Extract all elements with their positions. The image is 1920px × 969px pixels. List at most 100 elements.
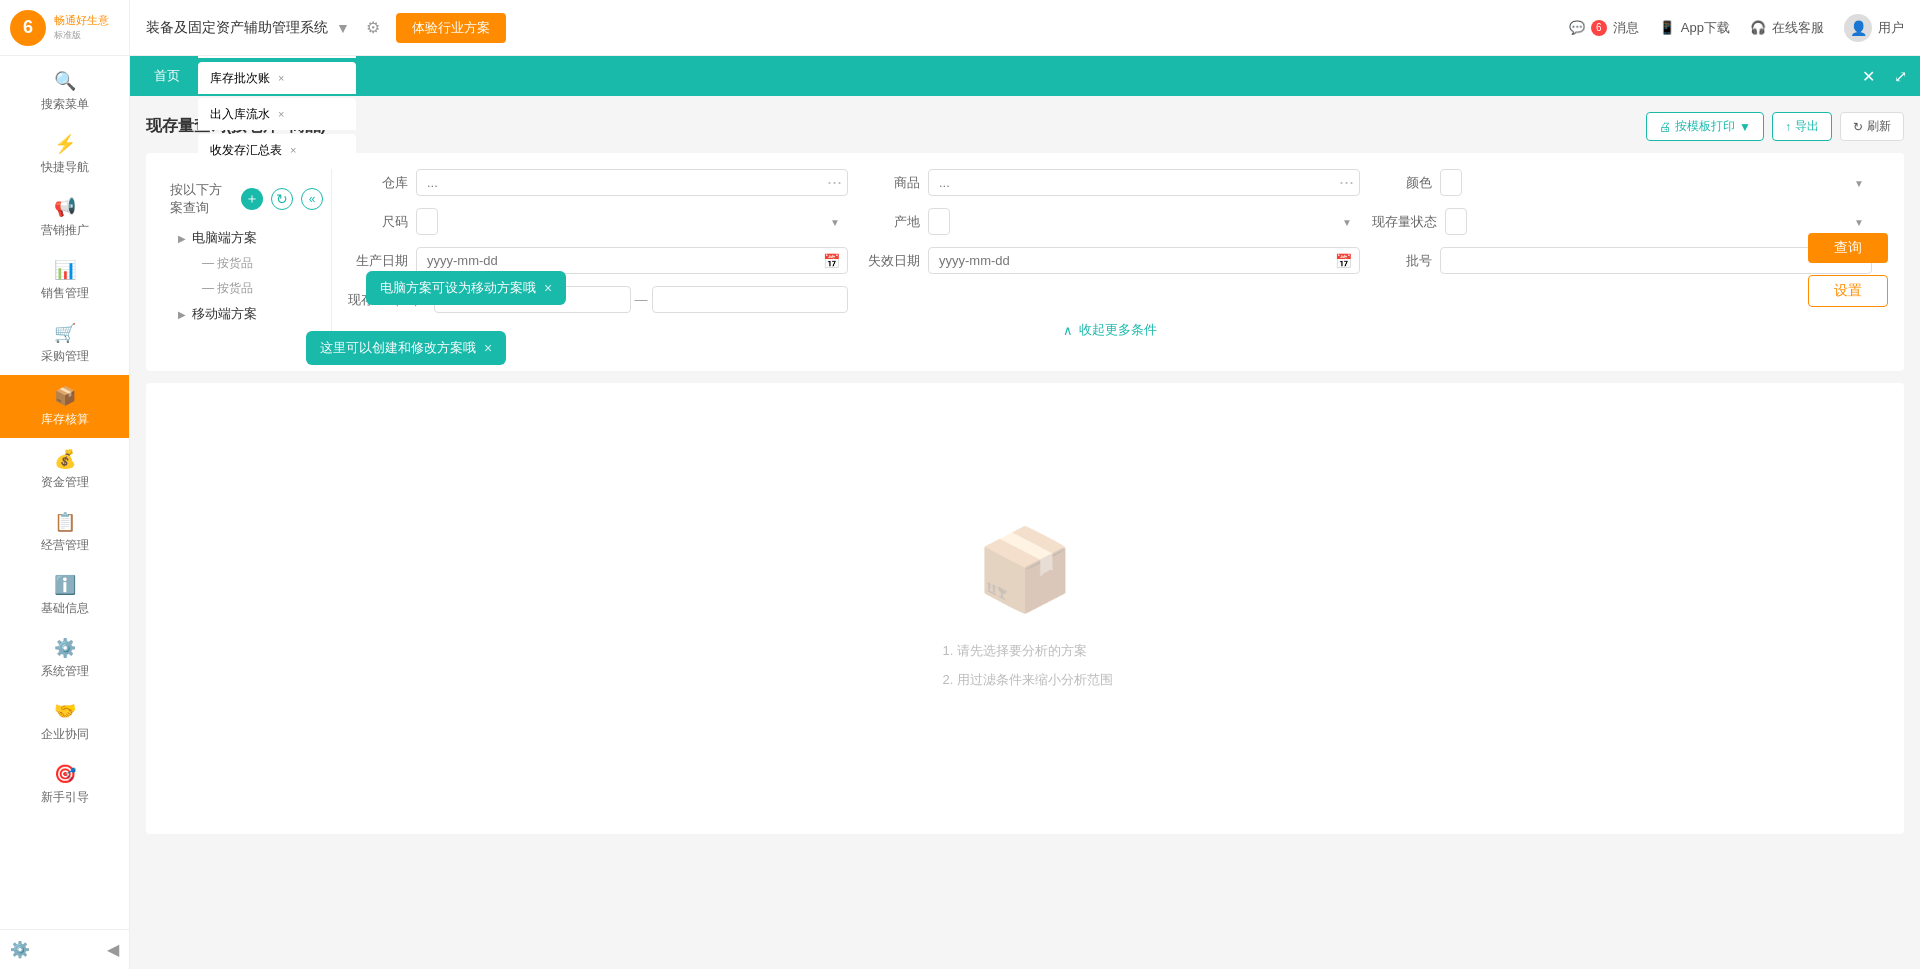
stock-main-max-input[interactable] (652, 286, 849, 313)
system-name-dropdown-icon[interactable]: ▼ (336, 20, 350, 36)
empty-state-content: 📦 请先选择要分析的方案 用过滤条件来缩小分析范围 (146, 443, 1904, 774)
sidebar-item-finance[interactable]: 💰 资金管理 (0, 438, 129, 501)
sidebar-item-basic-info[interactable]: ℹ️基础信息 (0, 564, 129, 627)
scheme-pc[interactable]: ▶ 电脑端方案 (170, 225, 323, 251)
scheme-mobile[interactable]: ▶ 移动端方案 (170, 301, 323, 327)
sidebar-item-guide[interactable]: 🎯新手引导 (0, 753, 129, 816)
tooltip2-text: 这里可以创建和修改方案哦 (320, 339, 476, 357)
filter-goods: 商品 ··· (860, 169, 1360, 196)
operations-icon: 📋 (54, 511, 76, 533)
notification-badge: 6 (1591, 20, 1607, 36)
user-group[interactable]: 👤 用户 (1844, 14, 1904, 42)
sidebar-item-inventory[interactable]: 📦库存核算 (0, 375, 129, 438)
tab-home[interactable]: 首页 (138, 56, 196, 96)
basic-info-label: 基础信息 (41, 600, 89, 617)
sidebar-item-marketing[interactable]: 📢 营销推广 (0, 186, 129, 249)
empty-hint1: 请先选择要分析的方案 (957, 637, 1113, 666)
scheme-pc-sub: — 按货品 (170, 251, 323, 276)
batch-no-label: 批号 (1372, 252, 1432, 270)
tooltip2-close[interactable]: × (484, 340, 492, 356)
produce-date-label: 生产日期 (348, 252, 408, 270)
expire-date-input[interactable] (928, 247, 1360, 274)
gear-icon[interactable]: ⚙ (366, 18, 380, 37)
warehouse-more-icon[interactable]: ··· (827, 172, 842, 193)
goods-input[interactable] (928, 169, 1360, 196)
back-btn[interactable]: « (301, 188, 323, 210)
filter-row2: 尺码 ▼ 产地 (348, 208, 1872, 235)
size-select[interactable] (416, 208, 438, 235)
tab-maximize-icon[interactable]: ⤢ (1888, 64, 1912, 88)
sidebar-item-operations[interactable]: 📋经营管理 (0, 501, 129, 564)
filter-produce-date: 生产日期 📅 (348, 247, 848, 274)
tooltip1-close[interactable]: × (544, 280, 552, 296)
template-print-btn[interactable]: 🖨 按模板打印 ▼ (1646, 112, 1764, 141)
mobile-triangle-icon: ▶ (178, 309, 186, 320)
industry-btn[interactable]: 体验行业方案 (396, 13, 506, 43)
stock-status-select[interactable] (1445, 208, 1467, 235)
filter-origin: 产地 ▼ (860, 208, 1360, 235)
sidebar-item-system[interactable]: ⚙️系统管理 (0, 627, 129, 690)
range-dash: — (635, 292, 648, 307)
app-download-group[interactable]: 📱 App下载 (1659, 19, 1730, 37)
sidebar-bottom: ⚙️ ◀ (0, 929, 129, 969)
tooltip-create-scheme: 这里可以创建和修改方案哦 × (306, 331, 506, 365)
search-btn[interactable]: 查询 (1808, 233, 1888, 263)
tab-close-batch-account[interactable]: × (278, 72, 284, 84)
marketing-icon: 📢 (54, 196, 76, 218)
tab-batch-account[interactable]: 库存批次账 × (198, 62, 356, 94)
tab-close-collect-summary[interactable]: × (290, 144, 296, 156)
header-right: 💬 6 消息 📱 App下载 🎧 在线客服 👤 用户 (1569, 14, 1904, 42)
sidebar-item-enterprise[interactable]: 🤝企业协同 (0, 690, 129, 753)
system-icon: ⚙️ (54, 637, 76, 659)
action-buttons: 查询 设置 (1808, 233, 1888, 307)
tab-bar: 首页 现存量（库存状况表）×现存量（库存分布表）×库存批次账×出入库流水×收发存… (130, 56, 1920, 96)
color-label: 颜色 (1372, 174, 1432, 192)
tab-close-all-icon[interactable]: ✕ (1856, 64, 1880, 88)
export-btn[interactable]: ↑ 导出 (1772, 112, 1832, 141)
refresh-btn[interactable]: ↻ 刷新 (1840, 112, 1904, 141)
filter-row3: 生产日期 📅 失效日期 📅 (348, 247, 1872, 274)
tab-label-batch-account: 库存批次账 (210, 70, 270, 87)
setting-btn[interactable]: 设置 (1808, 275, 1888, 307)
size-dropdown-icon: ▼ (830, 216, 840, 227)
sidebar-item-quick-nav[interactable]: ⚡快捷导航 (0, 123, 129, 186)
sidebar-item-sales[interactable]: 📊销售管理 (0, 249, 129, 312)
inventory-label: 库存核算 (41, 411, 89, 428)
finance-label: 资金管理 (41, 474, 89, 491)
expire-date-calendar-icon[interactable]: 📅 (1335, 253, 1352, 269)
filter-warehouse: 仓库 ··· (348, 169, 848, 196)
marketing-label: 营销推广 (41, 222, 89, 239)
tab-controls: ✕ ⤢ (1856, 64, 1912, 88)
finance-icon: 💰 (54, 448, 76, 470)
filter-expire-date: 失效日期 📅 (860, 247, 1360, 274)
pc-triangle-icon: ▶ (178, 233, 186, 244)
filter-batch-no: 批号 (1372, 247, 1872, 274)
filter-row1: 仓库 ··· 商品 ··· (348, 169, 1872, 196)
tab-close-in-out-flow[interactable]: × (278, 108, 284, 120)
color-select[interactable] (1440, 169, 1462, 196)
enterprise-label: 企业协同 (41, 726, 89, 743)
filter-row4: 现存量（主） — (348, 286, 1872, 313)
collapse-btn[interactable]: ∧ 收起更多条件 (348, 313, 1872, 339)
tab-collect-summary[interactable]: 收发存汇总表× (198, 134, 356, 166)
origin-select[interactable] (928, 208, 950, 235)
goods-more-icon[interactable]: ··· (1339, 172, 1354, 193)
refresh-scheme-btn[interactable]: ↻ (271, 188, 293, 210)
collapse-icon[interactable]: ◀ (107, 940, 119, 959)
settings-icon[interactable]: ⚙️ (10, 940, 30, 959)
warehouse-input[interactable] (416, 169, 848, 196)
goods-label: 商品 (860, 174, 920, 192)
sidebar-item-purchase[interactable]: 🛒采购管理 (0, 312, 129, 375)
stock-status-dropdown-icon: ▼ (1854, 216, 1864, 227)
tooltip1-text: 电脑方案可设为移动方案哦 (380, 279, 536, 297)
notification-group[interactable]: 💬 6 消息 (1569, 19, 1639, 37)
add-scheme-btn[interactable]: ＋ (241, 188, 263, 210)
filter-stock-status: 现存量状态 ▼ (1372, 208, 1872, 235)
online-support-group[interactable]: 🎧 在线客服 (1750, 19, 1824, 37)
tab-label-in-out-flow: 出入库流水 (210, 106, 270, 123)
produce-date-calendar-icon[interactable]: 📅 (823, 253, 840, 269)
tab-in-out-flow[interactable]: 出入库流水 × (198, 98, 356, 130)
search-menu-label: 搜索菜单 (41, 96, 89, 113)
produce-date-input[interactable] (416, 247, 848, 274)
sidebar-item-search-menu[interactable]: 🔍搜索菜单 (0, 60, 129, 123)
